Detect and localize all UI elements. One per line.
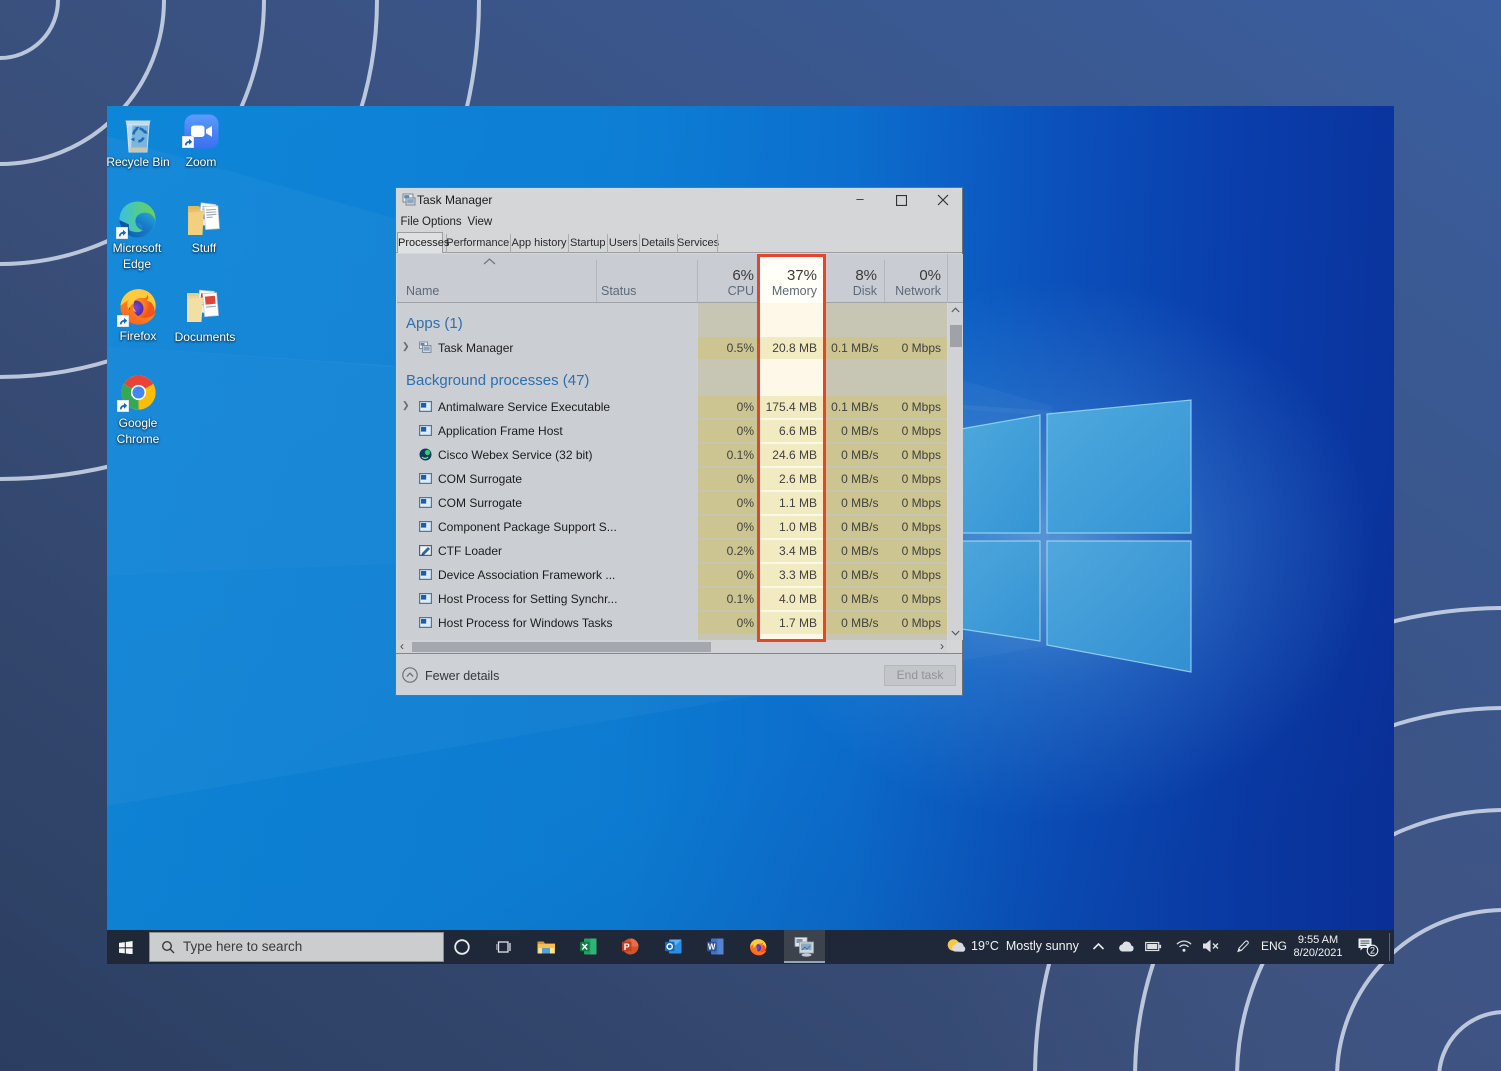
svg-text:W: W [708,943,716,952]
svg-text:P: P [624,942,630,952]
svg-text:2: 2 [1370,946,1375,956]
